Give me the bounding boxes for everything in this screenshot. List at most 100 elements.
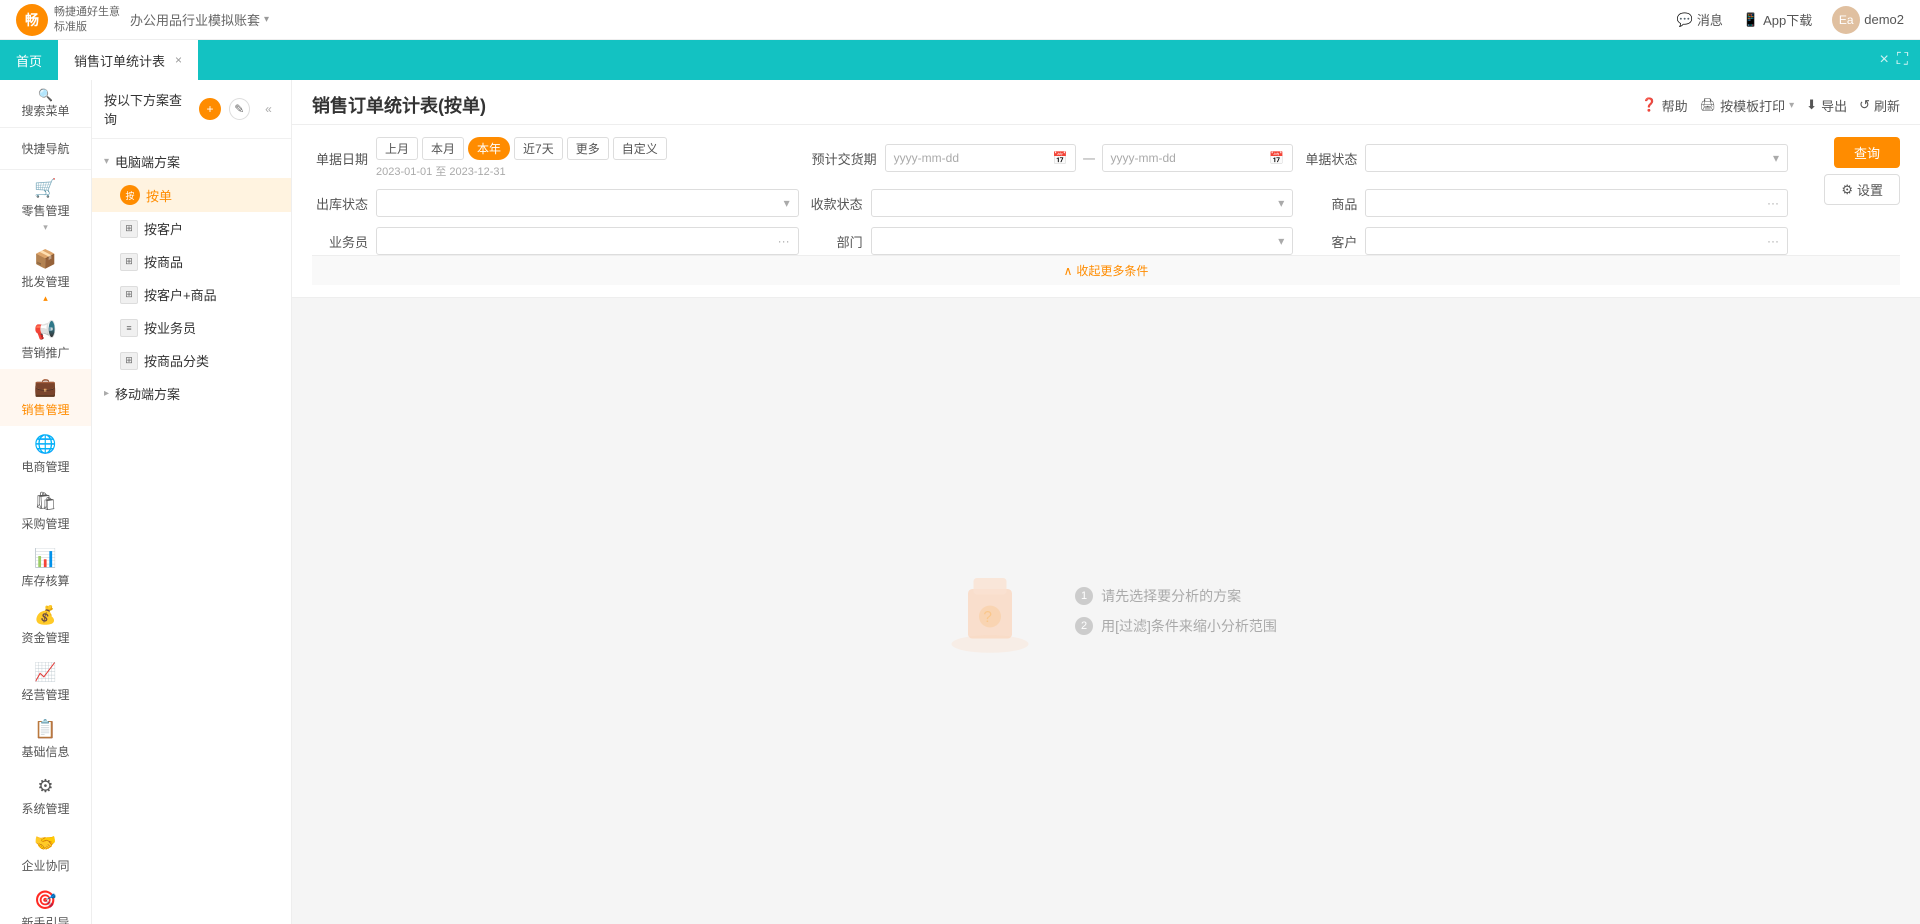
sidebar-item-system[interactable]: ⚙ 系统管理 — [0, 768, 91, 825]
message-button[interactable]: 💬 消息 — [1677, 10, 1723, 29]
help-icon: ❓ — [1641, 97, 1657, 113]
by-order-icon: 按 — [120, 185, 140, 205]
by-product-icon: ⊞ — [120, 253, 138, 271]
date-btn-7days[interactable]: 近7天 — [514, 137, 563, 160]
customer-dots-icon[interactable]: ··· — [1767, 234, 1779, 248]
tree-node-by-salesperson[interactable]: ≡ 按业务员 — [92, 311, 291, 344]
sidebar-item-ecommerce[interactable]: 🌐 电商管理 — [0, 426, 91, 483]
sidebar-item-wholesale[interactable]: 📦 批发管理 ▴ — [0, 241, 91, 312]
print-button[interactable]: 🖨 按模板打印 ▾ — [1700, 96, 1795, 115]
app-download-button[interactable]: 📱 App下载 — [1743, 10, 1812, 29]
purchase-icon: 🛍 — [34, 491, 57, 512]
tree-node-by-customer[interactable]: ⊞ 按客户 — [92, 212, 291, 245]
edit-scheme-button[interactable]: ✎ — [229, 98, 250, 120]
refresh-icon: ↺ — [1859, 97, 1870, 113]
sidebar-search[interactable]: 🔍 搜索菜单 — [0, 80, 91, 128]
collapse-filter-button[interactable]: ∧ 收起更多条件 — [312, 255, 1900, 285]
help-button[interactable]: ❓ 帮助 — [1641, 96, 1687, 115]
filter-cell-salesperson: 业务员 ··· — [312, 227, 799, 255]
left-panel-title: 按以下方案查询 — [104, 90, 191, 128]
salesperson-field[interactable]: ··· — [376, 227, 799, 255]
date-label: 单据日期 — [312, 149, 368, 168]
top-bar-right: 💬 消息 📱 App下载 Ea demo2 — [1677, 6, 1904, 34]
department-dropdown[interactable]: ▾ — [871, 227, 1294, 255]
app-title[interactable]: 办公用品行业模拟账套 ▾ — [130, 10, 269, 29]
ecommerce-icon: 🌐 — [34, 434, 56, 455]
tab-sales-order-stat[interactable]: 销售订单统计表 × — [58, 40, 198, 80]
tree-node-by-customer-product[interactable]: ⊞ 按客户+商品 — [92, 278, 291, 311]
chevron-down-icon: ▾ — [43, 222, 48, 233]
collapse-icon: ∧ — [1064, 264, 1073, 278]
order-status-dropdown[interactable]: ▾ — [1365, 144, 1788, 172]
tab-maximize-button[interactable]: ⛶ — [1897, 51, 1908, 69]
payment-status-dropdown[interactable]: ▾ — [871, 189, 1294, 217]
user-profile[interactable]: Ea demo2 — [1832, 6, 1904, 34]
date-btn-this-month[interactable]: 本月 — [422, 137, 464, 160]
expected-date-start[interactable]: yyyy-mm-dd 📅 — [885, 144, 1077, 172]
delivery-status-label: 出库状态 — [312, 194, 368, 213]
tree-pc-section[interactable]: ▾ 电脑端方案 — [92, 145, 291, 178]
top-bar: 畅 畅捷通好生意 标准版 办公用品行业模拟账套 ▾ 💬 消息 📱 App下载 E… — [0, 0, 1920, 40]
operations-icon: 📈 — [34, 662, 56, 683]
sidebar-item-finance[interactable]: 💰 资金管理 — [0, 597, 91, 654]
customer-field[interactable]: ··· — [1365, 227, 1788, 255]
add-scheme-button[interactable]: + — [199, 98, 220, 120]
export-button[interactable]: ⬇ 导出 — [1806, 96, 1847, 115]
date-btn-more[interactable]: 更多 — [567, 137, 609, 160]
filter-cell-order-status: 单据状态 ▾ — [1301, 144, 1788, 172]
tree-node-by-category[interactable]: ⊞ 按商品分类 — [92, 344, 291, 377]
department-select: ▾ — [871, 227, 1294, 255]
sidebar-item-retail[interactable]: 🛒 零售管理 ▾ — [0, 170, 91, 241]
filter-row-2: 出库状态 ▾ — [312, 189, 1788, 217]
order-status-label: 单据状态 — [1301, 149, 1357, 168]
delivery-status-dropdown[interactable]: ▾ — [376, 189, 799, 217]
tip-num-1: 1 — [1075, 587, 1093, 605]
date-btn-custom[interactable]: 自定义 — [613, 137, 667, 160]
filter-cell-product: 商品 ··· — [1301, 189, 1788, 217]
query-button[interactable]: 查询 — [1834, 137, 1900, 168]
sidebar-item-inventory[interactable]: 📊 库存核算 — [0, 540, 91, 597]
tree-node-by-order[interactable]: 按 按单 — [92, 178, 291, 212]
logo-area: 畅 畅捷通好生意 标准版 — [16, 4, 120, 36]
collapse-panel-button[interactable]: « — [258, 98, 279, 120]
salesperson-dots-icon[interactable]: ··· — [778, 234, 790, 248]
tab-bar: 首页 销售订单统计表 × × ⛶ — [0, 40, 1920, 80]
product-label: 商品 — [1301, 194, 1357, 213]
sidebar: 🔍 搜索菜单 快捷导航 🛒 零售管理 ▾ 📦 批发管理 ▴ 📢 营销推广 💼 销… — [0, 80, 92, 924]
newbie-icon: 🎯 — [34, 890, 56, 911]
by-salesperson-icon: ≡ — [120, 319, 138, 337]
tree-mobile-expand-icon: ▸ — [104, 388, 109, 399]
print-dropdown-icon: ▾ — [1789, 100, 1794, 111]
refresh-button[interactable]: ↺ 刷新 — [1859, 96, 1900, 115]
sidebar-item-newbie[interactable]: 🎯 新手引导 — [0, 882, 91, 924]
sidebar-item-marketing[interactable]: 📢 营销推广 — [0, 312, 91, 369]
product-field[interactable]: ··· — [1365, 189, 1788, 217]
delivery-status-select: ▾ — [376, 189, 799, 217]
sidebar-item-purchase[interactable]: 🛍 采购管理 — [0, 483, 91, 540]
filter-row-1: 单据日期 上月 本月 本年 近7天 更多 自定义 — [312, 137, 1788, 179]
tab-minimize-button[interactable]: × — [1879, 51, 1888, 69]
sidebar-item-basic[interactable]: 📋 基础信息 — [0, 711, 91, 768]
delivery-chevron-icon: ▾ — [784, 196, 790, 210]
sidebar-quick-nav[interactable]: 快捷导航 — [0, 128, 91, 170]
export-icon: ⬇ — [1806, 97, 1817, 113]
setting-button[interactable]: ⚙ 设置 — [1824, 174, 1900, 205]
filter-cell-customer: 客户 ··· — [1301, 227, 1788, 255]
sidebar-item-enterprise[interactable]: 🤝 企业协同 — [0, 825, 91, 882]
sidebar-item-operations[interactable]: 📈 经营管理 — [0, 654, 91, 711]
product-dots-icon[interactable]: ··· — [1767, 196, 1779, 210]
tab-close-icon[interactable]: × — [175, 53, 182, 67]
customer-input: ··· — [1365, 227, 1788, 255]
retail-icon: 🛒 — [34, 178, 56, 199]
empty-state: ? 1 请先选择要分析的方案 2 用[过滤]条件来缩小分析范围 — [935, 556, 1277, 666]
tree-node-by-product[interactable]: ⊞ 按商品 — [92, 245, 291, 278]
tree-mobile-section[interactable]: ▸ 移动端方案 — [92, 377, 291, 410]
date-btn-last-month[interactable]: 上月 — [376, 137, 418, 160]
sidebar-item-sales[interactable]: 💼 销售管理 — [0, 369, 91, 426]
phone-icon: 📱 — [1743, 12, 1759, 28]
expected-date-end[interactable]: yyyy-mm-dd 📅 — [1102, 144, 1294, 172]
page-title: 销售订单统计表(按单) — [312, 92, 486, 118]
tab-home[interactable]: 首页 — [0, 40, 58, 80]
filter-row-3: 业务员 ··· — [312, 227, 1788, 255]
date-btn-this-year[interactable]: 本年 — [468, 137, 510, 160]
